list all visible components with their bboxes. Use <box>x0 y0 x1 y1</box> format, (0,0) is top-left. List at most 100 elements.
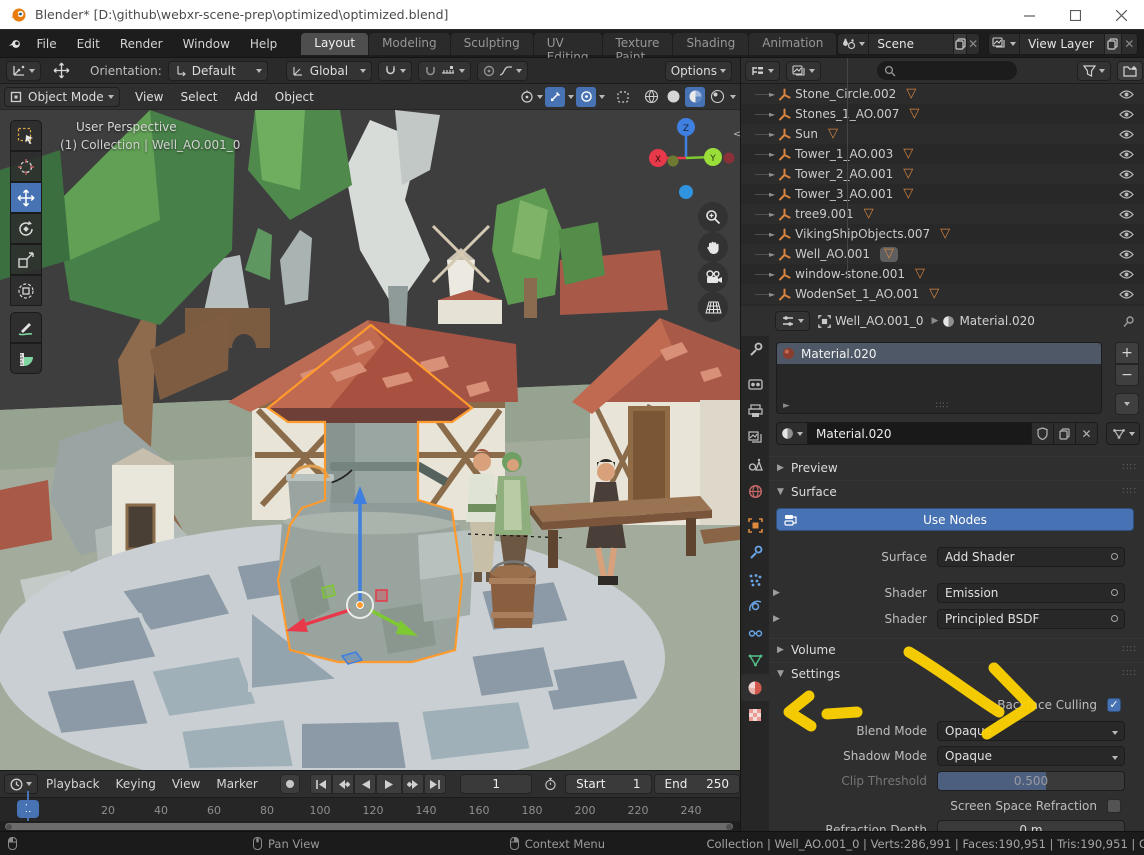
expand-arrow-icon[interactable]: ► <box>769 250 775 259</box>
outliner-row[interactable]: ► Tower_3_AO.001 ▽ <box>741 184 1144 204</box>
show-gizmo-button[interactable] <box>613 87 633 107</box>
tab-material[interactable] <box>741 674 769 701</box>
tab-view-layer[interactable] <box>741 424 769 451</box>
frame-end-field[interactable]: End 250 <box>653 774 740 794</box>
timeline-menu-item[interactable]: View <box>164 773 208 795</box>
outliner-search-input[interactable] <box>877 61 1017 80</box>
expand-arrow-icon[interactable]: ► <box>769 270 775 279</box>
jump-to-end-button[interactable] <box>424 774 447 794</box>
zoom-button[interactable] <box>698 202 728 232</box>
axis-minus-z-ball[interactable] <box>679 185 693 199</box>
tab-modifiers[interactable] <box>741 539 769 566</box>
mesh-data-icon[interactable]: ▽ <box>903 187 913 200</box>
properties-editor-type[interactable] <box>775 311 810 331</box>
breadcrumb-object-name[interactable]: Well_AO.001_0 <box>835 314 924 328</box>
expand-arrow-icon[interactable]: ► <box>769 210 775 219</box>
outliner-row[interactable]: ► Well_AO.001 ▽ <box>741 244 1144 264</box>
object-name[interactable]: tree9.001 <box>795 207 854 221</box>
object-name[interactable]: Stone_Circle.002 <box>795 87 896 101</box>
backface-culling-checkbox[interactable]: ✓ <box>1107 697 1121 712</box>
timeline-editor-type[interactable] <box>4 774 38 794</box>
expand-arrow-icon[interactable]: ► <box>769 150 775 159</box>
timeline-menu-item[interactable]: Playback <box>38 773 108 795</box>
mesh-data-icon[interactable]: ▽ <box>903 147 913 160</box>
hide-eye-icon[interactable] <box>1119 209 1134 220</box>
panel-surface[interactable]: ▼ Surface ∷∷ <box>769 480 1144 502</box>
play-button[interactable] <box>376 774 403 794</box>
outliner-display-mode[interactable] <box>745 60 780 81</box>
outliner-row[interactable]: ► Sun ▽ <box>741 124 1144 144</box>
shading-wireframe-button[interactable] <box>641 87 661 107</box>
viewport-scene[interactable]: Z X Y < <box>0 110 740 770</box>
list-resize-grip[interactable]: ∷∷ <box>936 401 949 411</box>
ssr-checkbox[interactable] <box>1107 798 1121 813</box>
mesh-data-icon[interactable]: ▽ <box>906 87 916 100</box>
maximize-button[interactable] <box>1052 0 1098 30</box>
expand-arrow-icon[interactable]: ► <box>769 190 775 199</box>
orientation-dropdown[interactable]: Default <box>167 60 268 81</box>
nodetree-button[interactable] <box>1106 422 1140 445</box>
mesh-data-icon[interactable]: ▽ <box>940 227 950 240</box>
unlink-material-button[interactable]: ✕ <box>1076 422 1098 445</box>
annotate-tool[interactable] <box>10 312 42 343</box>
tab-output[interactable] <box>741 397 769 424</box>
object-name[interactable]: Tower_3_AO.001 <box>795 187 893 201</box>
shading-rendered-button[interactable] <box>707 87 727 107</box>
object-name[interactable]: Tower_1_AO.003 <box>795 147 893 161</box>
scene-unlink-button[interactable]: ✕ <box>966 33 980 54</box>
expand-arrow-icon[interactable]: ► <box>769 90 775 99</box>
perspective-toggle-button[interactable] <box>698 292 728 322</box>
outliner-row[interactable]: ► tree9.001 ▽ <box>741 204 1144 224</box>
shader-dropdown[interactable]: Add Shader <box>937 546 1125 567</box>
shader-dropdown[interactable]: Emission <box>937 582 1125 603</box>
workspace-tab[interactable]: UV Editing <box>533 32 602 64</box>
hide-eye-icon[interactable] <box>1119 189 1134 200</box>
mesh-data-icon[interactable]: ▽ <box>903 167 913 180</box>
viewport-menu-item[interactable]: Object <box>266 85 322 108</box>
workspace-tab[interactable]: Animation <box>749 32 837 55</box>
object-name[interactable]: WodenSet_1_AO.001 <box>795 287 919 301</box>
tab-particles[interactable] <box>741 566 769 593</box>
scale-tool[interactable] <box>10 244 42 275</box>
hide-eye-icon[interactable] <box>1119 149 1134 160</box>
mesh-data-icon[interactable]: ▽ <box>864 207 874 220</box>
mesh-data-icon[interactable]: ▽ <box>915 267 925 280</box>
object-name[interactable]: Well_AO.001 <box>795 247 870 261</box>
material-slot-list[interactable]: Material.020 ► ∷∷ <box>776 342 1102 414</box>
scene-copy-button[interactable] <box>953 33 967 54</box>
camera-view-button[interactable] <box>698 262 728 292</box>
viewport-menu-item[interactable]: Select <box>172 85 226 108</box>
menu-item[interactable]: Render <box>110 33 173 55</box>
use-nodes-button[interactable]: Use Nodes <box>776 508 1134 531</box>
expand-arrow-icon[interactable]: ► <box>769 110 775 119</box>
workspace-tab[interactable]: Sculpting <box>450 32 533 55</box>
expand-arrow-icon[interactable]: ► <box>769 170 775 179</box>
outliner-row[interactable]: ► Stones_1_AO.007 ▽ <box>741 104 1144 124</box>
hide-eye-icon[interactable] <box>1119 89 1134 100</box>
copy-material-button[interactable] <box>1054 422 1076 445</box>
hide-eye-icon[interactable] <box>1119 169 1134 180</box>
outliner-row[interactable]: ► WodenSet_1_AO.001 ▽ <box>741 284 1144 304</box>
expand-arrow-icon[interactable]: ► <box>769 130 775 139</box>
auto-keying-button[interactable] <box>279 774 301 794</box>
select-box-tool[interactable] <box>10 120 42 151</box>
editor-type-button[interactable] <box>6 60 41 81</box>
tab-scene[interactable] <box>741 451 769 478</box>
tab-physics[interactable] <box>741 593 769 620</box>
remove-slot-button[interactable]: − <box>1115 364 1139 386</box>
proportional-editing-button[interactable] <box>576 86 596 107</box>
view-layer-remove-button[interactable]: ✕ <box>1120 33 1137 54</box>
blend-mode-dropdown[interactable]: Opaque <box>937 720 1125 741</box>
outliner-row[interactable]: ► Tower_1_AO.003 ▽ <box>741 144 1144 164</box>
pan-hand-button[interactable] <box>698 232 728 262</box>
measure-tool[interactable] <box>10 343 42 374</box>
cursor-tool[interactable] <box>10 151 42 182</box>
hide-eye-icon[interactable] <box>1119 129 1134 140</box>
prev-keyframe-button[interactable] <box>332 774 355 794</box>
shading-solid-button[interactable] <box>663 87 683 107</box>
outliner-row[interactable]: ► window-stone.001 ▽ <box>741 264 1144 284</box>
workspace-tab[interactable]: Modeling <box>369 32 450 55</box>
fake-user-shield-button[interactable] <box>1032 422 1054 445</box>
expand-arrow-icon[interactable]: ► <box>769 230 775 239</box>
tab-world[interactable] <box>741 478 769 505</box>
